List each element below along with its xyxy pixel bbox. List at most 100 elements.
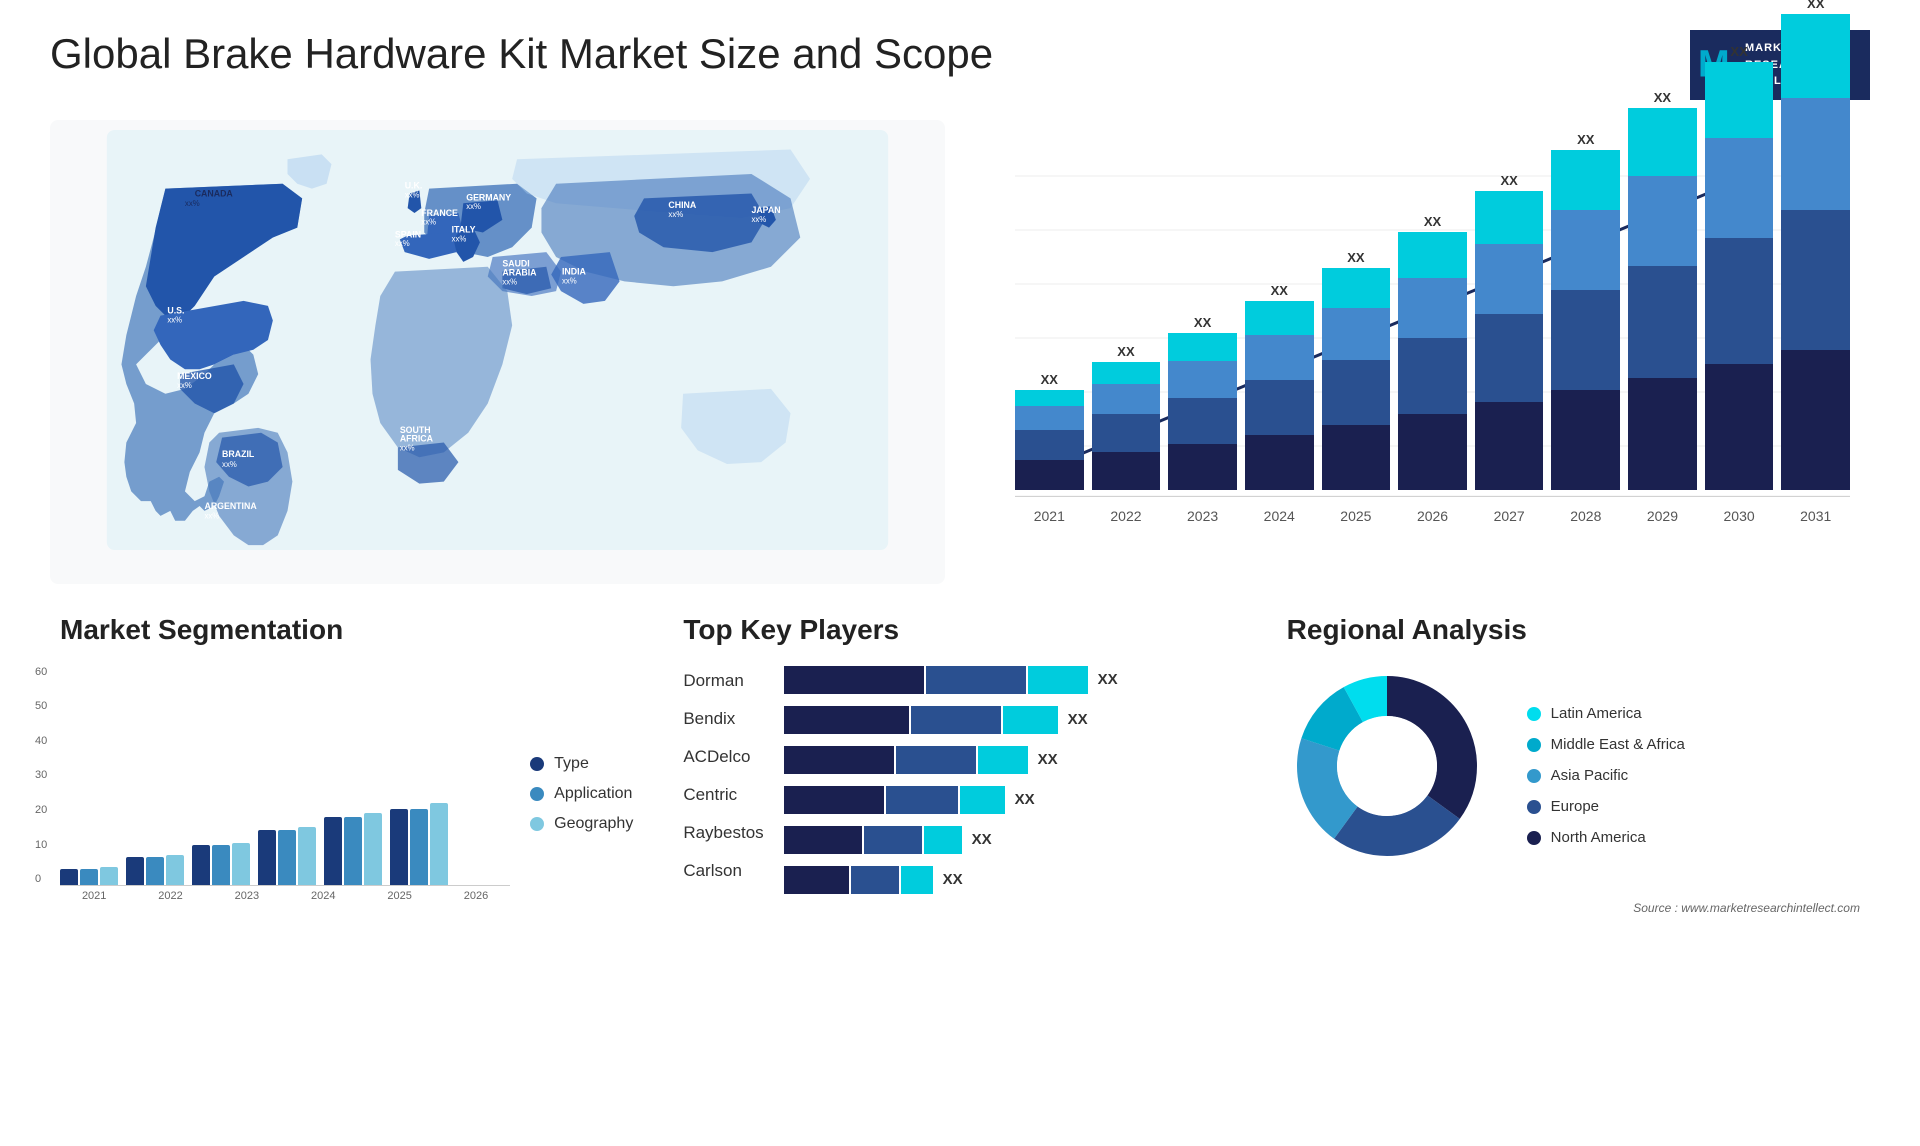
seg-y-axis: 0 10 20 30 40 50 60 [35, 666, 47, 886]
svg-text:xx%: xx% [751, 214, 766, 223]
player-bendix: Bendix [683, 709, 763, 729]
svg-text:xx%: xx% [452, 234, 467, 243]
raybestos-label: XX [972, 831, 992, 848]
legend-latin-america: Latin America [1527, 705, 1685, 722]
svg-text:xx%: xx% [395, 239, 410, 248]
legend-app-dot [530, 787, 544, 801]
segmentation-title: Market Segmentation [60, 614, 633, 646]
seg-group-2022 [126, 855, 184, 885]
segmentation-content: 0 10 20 30 40 50 60 [60, 666, 633, 902]
svg-text:xx%: xx% [167, 315, 182, 324]
legend-type-label: Type [554, 755, 589, 773]
svg-text:AFRICA: AFRICA [400, 433, 434, 443]
player-bar-raybestos: XX [784, 826, 1237, 854]
svg-text:JAPAN: JAPAN [751, 205, 780, 215]
donut-svg [1287, 666, 1487, 866]
legend-apac-dot [1527, 769, 1541, 783]
x-axis-labels: 2021 2022 2023 2024 2025 2026 2027 2028 … [1015, 508, 1850, 524]
x-label-2029: 2029 [1628, 508, 1697, 524]
donut-chart [1287, 666, 1507, 886]
seg-bar-geo [100, 867, 118, 885]
svg-text:xx%: xx% [466, 202, 481, 211]
header: Global Brake Hardware Kit Market Size an… [50, 30, 1870, 100]
seg-group-2025 [324, 813, 382, 885]
seg-legend: Type Application Geography [530, 666, 633, 902]
svg-text:xx%: xx% [400, 443, 415, 452]
legend-latin-label: Latin America [1551, 705, 1642, 722]
svg-text:ITALY: ITALY [452, 224, 476, 234]
legend-type-dot [530, 757, 544, 771]
source-text: Source : www.marketresearchintellect.com [1287, 901, 1860, 915]
legend-europe: Europe [1527, 798, 1685, 815]
legend-mea-label: Middle East & Africa [1551, 736, 1685, 753]
page-container: Global Brake Hardware Kit Market Size an… [0, 0, 1920, 1146]
seg-group-2024 [258, 827, 316, 885]
player-bar-carlson: XX [784, 866, 1237, 894]
seg-bars-container [60, 666, 510, 886]
bar-2028: XX [1551, 132, 1620, 490]
legend-app-label: Application [554, 785, 632, 803]
player-bar-centric: XX [784, 786, 1237, 814]
legend-asia-pacific: Asia Pacific [1527, 767, 1685, 784]
page-title: Global Brake Hardware Kit Market Size an… [50, 30, 993, 78]
legend-europe-label: Europe [1551, 798, 1599, 815]
legend-geo-dot [530, 817, 544, 831]
svg-text:U.K.: U.K. [405, 180, 423, 190]
bar-2030: XX [1705, 44, 1774, 490]
svg-text:xx%: xx% [502, 277, 517, 286]
regional-section: Regional Analysis [1277, 614, 1870, 915]
legend-application: Application [530, 785, 633, 803]
svg-text:xx%: xx% [405, 190, 420, 199]
svg-text:xx%: xx% [421, 217, 436, 226]
x-label-2026: 2026 [1398, 508, 1467, 524]
player-centric: Centric [683, 785, 763, 805]
regional-title: Regional Analysis [1287, 614, 1860, 646]
seg-chart: 0 10 20 30 40 50 60 [60, 666, 510, 902]
svg-text:ARABIA: ARABIA [502, 267, 537, 277]
players-content: Dorman Bendix ACDelco Centric Raybestos … [683, 666, 1236, 894]
svg-text:xx%: xx% [668, 209, 683, 218]
legend-apac-label: Asia Pacific [1551, 767, 1629, 784]
x-label-2028: 2028 [1551, 508, 1620, 524]
legend-mea: Middle East & Africa [1527, 736, 1685, 753]
svg-text:xx%: xx% [204, 511, 219, 520]
bar-2025: XX [1322, 250, 1391, 490]
legend-geo-label: Geography [554, 815, 633, 833]
player-dorman: Dorman [683, 671, 763, 691]
player-bar-bendix: XX [784, 706, 1237, 734]
bar-2029: XX [1628, 90, 1697, 490]
seg-bar-app [80, 869, 98, 885]
world-map-svg: CANADA xx% U.S. xx% MEXICO xx% BRAZIL xx… [60, 130, 935, 550]
svg-text:xx%: xx% [222, 459, 237, 468]
x-label-2030: 2030 [1705, 508, 1774, 524]
acdelco-label: XX [1038, 751, 1058, 768]
svg-text:ARGENTINA: ARGENTINA [204, 500, 257, 510]
bars-container: XX XX [1015, 150, 1850, 490]
player-raybestos: Raybestos [683, 823, 763, 843]
svg-text:SPAIN: SPAIN [395, 229, 421, 239]
player-bars-list: XX XX [784, 666, 1237, 894]
svg-text:xx%: xx% [177, 380, 192, 389]
x-label-2025: 2025 [1322, 508, 1391, 524]
svg-text:GERMANY: GERMANY [466, 192, 511, 202]
legend-north-america: North America [1527, 829, 1685, 846]
player-bar-dorman: XX [784, 666, 1237, 694]
svg-text:CANADA: CANADA [195, 188, 234, 198]
top-row: CANADA xx% U.S. xx% MEXICO xx% BRAZIL xx… [50, 120, 1870, 584]
x-label-2023: 2023 [1168, 508, 1237, 524]
bar-chart-section: XX XX [975, 120, 1870, 584]
centric-label: XX [1015, 791, 1035, 808]
map-section: CANADA xx% U.S. xx% MEXICO xx% BRAZIL xx… [50, 120, 945, 584]
svg-text:U.S.: U.S. [167, 305, 184, 315]
x-label-2021: 2021 [1015, 508, 1084, 524]
legend-type: Type [530, 755, 633, 773]
seg-group-2023 [192, 843, 250, 885]
seg-bar-type [60, 869, 78, 885]
legend-europe-dot [1527, 800, 1541, 814]
bendix-label: XX [1068, 711, 1088, 728]
player-bar-acdelco: XX [784, 746, 1237, 774]
segmentation-section: Market Segmentation 0 10 20 30 40 50 60 [50, 614, 643, 915]
x-label-2031: 2031 [1781, 508, 1850, 524]
player-acdelco: ACDelco [683, 747, 763, 767]
legend-na-label: North America [1551, 829, 1646, 846]
